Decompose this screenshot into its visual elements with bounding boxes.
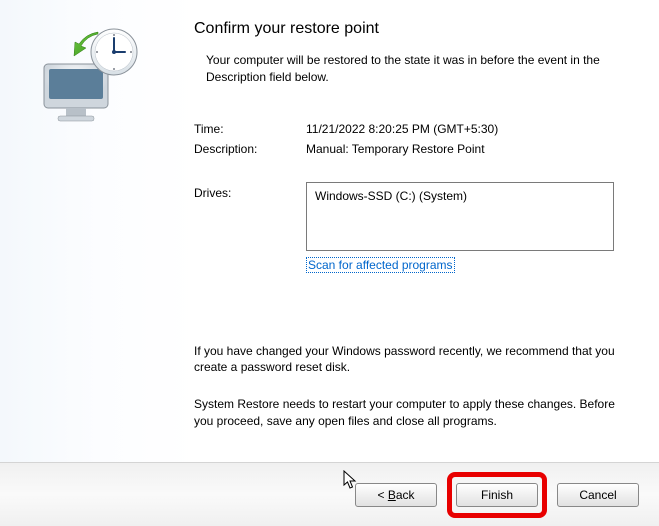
restart-note: System Restore needs to restart your com… xyxy=(194,396,629,430)
drives-row: Drives: Windows-SSD (C:) (System) Scan f… xyxy=(194,182,629,273)
restore-point-info: Time: 11/21/2022 8:20:25 PM (GMT+5:30) D… xyxy=(194,122,629,273)
intro-text: Your computer will be restored to the st… xyxy=(194,52,629,86)
description-label: Description: xyxy=(194,142,306,156)
finish-button[interactable]: Finish xyxy=(456,483,538,507)
drives-content: Windows-SSD (C:) (System) Scan for affec… xyxy=(306,182,629,273)
wizard-footer: < Back Finish Cancel xyxy=(0,462,659,526)
time-value: 11/21/2022 8:20:25 PM (GMT+5:30) xyxy=(306,122,629,136)
finish-button-highlight: Finish xyxy=(447,472,547,518)
wizard-main-area: Confirm your restore point Your computer… xyxy=(0,0,659,462)
drive-item: Windows-SSD (C:) (System) xyxy=(315,189,467,203)
wizard-sidebar xyxy=(0,0,180,462)
drives-listbox[interactable]: Windows-SSD (C:) (System) xyxy=(306,182,614,251)
notes-block: If you have changed your Windows passwor… xyxy=(194,343,629,430)
back-button[interactable]: < Back xyxy=(355,483,437,507)
cancel-button[interactable]: Cancel xyxy=(557,483,639,507)
wizard-content: Confirm your restore point Your computer… xyxy=(180,0,659,462)
description-value: Manual: Temporary Restore Point xyxy=(306,142,629,156)
scan-affected-programs-link[interactable]: Scan for affected programs xyxy=(306,257,455,273)
drives-label: Drives: xyxy=(194,182,306,273)
time-row: Time: 11/21/2022 8:20:25 PM (GMT+5:30) xyxy=(194,122,629,136)
password-note: If you have changed your Windows passwor… xyxy=(194,343,629,377)
time-label: Time: xyxy=(194,122,306,136)
system-restore-icon xyxy=(38,28,180,133)
description-row: Description: Manual: Temporary Restore P… xyxy=(194,142,629,156)
page-title: Confirm your restore point xyxy=(194,20,629,38)
